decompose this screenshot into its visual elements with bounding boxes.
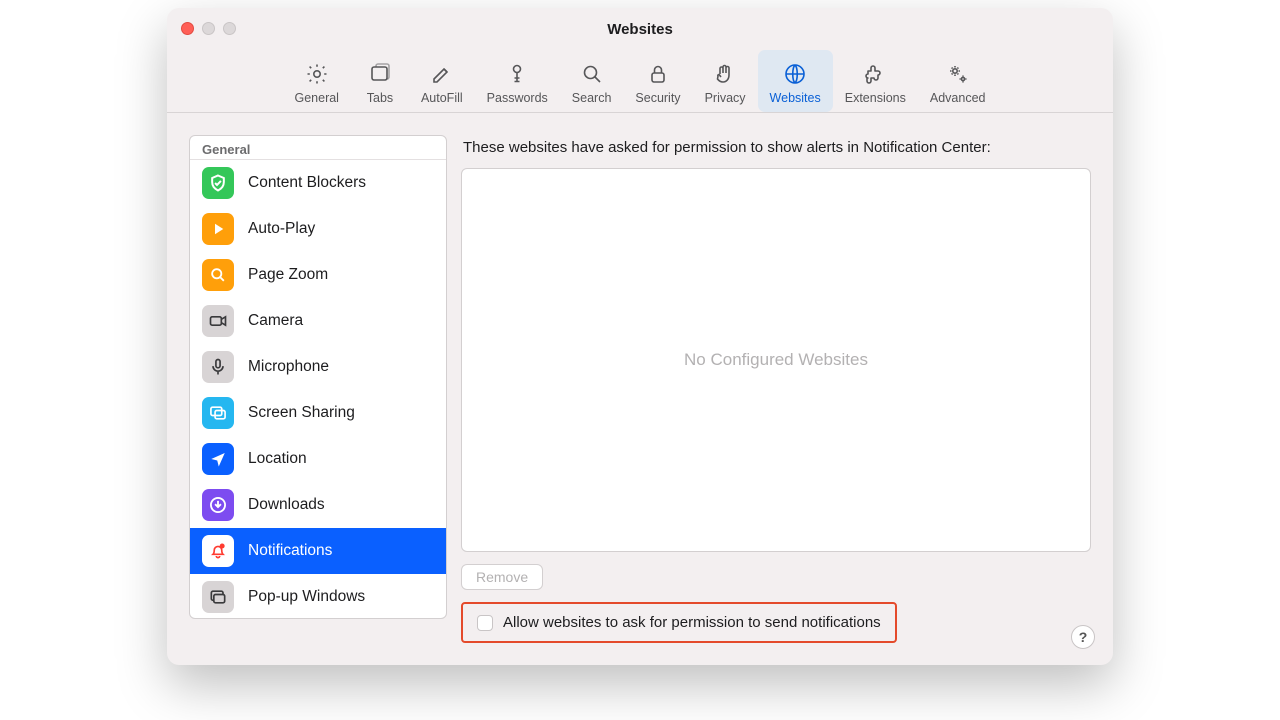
shield-check-icon: [202, 167, 234, 199]
sidebar-item-camera[interactable]: Camera: [190, 298, 446, 344]
magnify-icon: [202, 259, 234, 291]
main-heading: These websites have asked for permission…: [463, 139, 1089, 156]
tab-label: AutoFill: [421, 91, 463, 105]
lock-icon: [645, 61, 671, 87]
sidebar-item-content-blockers[interactable]: Content Blockers: [190, 160, 446, 206]
sidebar-item-label: Location: [248, 450, 307, 468]
websites-list[interactable]: No Configured Websites: [461, 168, 1091, 552]
sidebar-item-label: Screen Sharing: [248, 404, 355, 422]
gears-icon: [945, 61, 971, 87]
sidebar-item-label: Downloads: [248, 496, 325, 514]
permission-highlight: Allow websites to ask for permission to …: [461, 602, 897, 643]
tab-label: Extensions: [845, 91, 906, 105]
tab-tabs[interactable]: Tabs: [351, 50, 409, 112]
sidebar-item-label: Pop-up Windows: [248, 588, 365, 606]
preferences-window: Websites General Tabs AutoFill Passwor: [167, 8, 1113, 665]
sidebar-item-label: Auto-Play: [248, 220, 315, 238]
close-window-button[interactable]: [181, 22, 194, 35]
below-list-controls: Remove Allow websites to ask for permiss…: [461, 564, 1091, 643]
minimize-window-button[interactable]: [202, 22, 215, 35]
empty-state-text: No Configured Websites: [684, 350, 868, 370]
titlebar: Websites: [167, 8, 1113, 50]
download-icon: [202, 489, 234, 521]
microphone-icon: [202, 351, 234, 383]
gear-icon: [304, 61, 330, 87]
bell-icon: [202, 535, 234, 567]
tab-websites[interactable]: Websites: [758, 50, 833, 112]
sidebar-item-label: Notifications: [248, 542, 332, 560]
sidebar: General Content Blockers Auto-Play Page …: [189, 135, 447, 619]
sidebar-section-header: General: [190, 136, 446, 160]
sidebar-item-label: Microphone: [248, 358, 329, 376]
sidebar-item-location[interactable]: Location: [190, 436, 446, 482]
preferences-toolbar: General Tabs AutoFill Passwords Search: [167, 50, 1113, 113]
sidebar-item-label: Page Zoom: [248, 266, 328, 284]
tab-label: Security: [635, 91, 680, 105]
tab-label: Privacy: [705, 91, 746, 105]
sidebar-item-popup-windows[interactable]: Pop-up Windows: [190, 574, 446, 619]
puzzle-icon: [862, 61, 888, 87]
tabs-icon: [367, 61, 393, 87]
tab-security[interactable]: Security: [623, 50, 692, 112]
sidebar-item-notifications[interactable]: Notifications: [190, 528, 446, 574]
tab-label: Advanced: [930, 91, 986, 105]
sidebar-item-label: Content Blockers: [248, 174, 366, 192]
hand-icon: [712, 61, 738, 87]
tab-label: Tabs: [367, 91, 393, 105]
window-icon: [202, 581, 234, 613]
zoom-window-button[interactable]: [223, 22, 236, 35]
tab-autofill[interactable]: AutoFill: [409, 50, 475, 112]
permission-checkbox[interactable]: [477, 615, 493, 631]
tab-label: Passwords: [487, 91, 548, 105]
location-icon: [202, 443, 234, 475]
traffic-lights: [181, 22, 236, 35]
tab-general[interactable]: General: [282, 50, 350, 112]
play-icon: [202, 213, 234, 245]
search-icon: [579, 61, 605, 87]
tab-label: Search: [572, 91, 612, 105]
sidebar-item-label: Camera: [248, 312, 303, 330]
content-area: General Content Blockers Auto-Play Page …: [167, 113, 1113, 665]
tab-label: Websites: [770, 91, 821, 105]
sidebar-item-page-zoom[interactable]: Page Zoom: [190, 252, 446, 298]
screen-sharing-icon: [202, 397, 234, 429]
tab-label: General: [294, 91, 338, 105]
main-panel: These websites have asked for permission…: [461, 135, 1091, 643]
tab-advanced[interactable]: Advanced: [918, 50, 998, 112]
camera-icon: [202, 305, 234, 337]
sidebar-item-microphone[interactable]: Microphone: [190, 344, 446, 390]
tab-search[interactable]: Search: [560, 50, 624, 112]
pencil-icon: [429, 61, 455, 87]
sidebar-item-auto-play[interactable]: Auto-Play: [190, 206, 446, 252]
help-button[interactable]: ?: [1071, 625, 1095, 649]
tab-passwords[interactable]: Passwords: [475, 50, 560, 112]
tab-privacy[interactable]: Privacy: [693, 50, 758, 112]
permission-label: Allow websites to ask for permission to …: [503, 614, 881, 631]
sidebar-item-downloads[interactable]: Downloads: [190, 482, 446, 528]
tab-extensions[interactable]: Extensions: [833, 50, 918, 112]
sidebar-item-screen-sharing[interactable]: Screen Sharing: [190, 390, 446, 436]
remove-button[interactable]: Remove: [461, 564, 543, 590]
key-icon: [504, 61, 530, 87]
globe-icon: [782, 61, 808, 87]
window-title: Websites: [167, 21, 1113, 38]
